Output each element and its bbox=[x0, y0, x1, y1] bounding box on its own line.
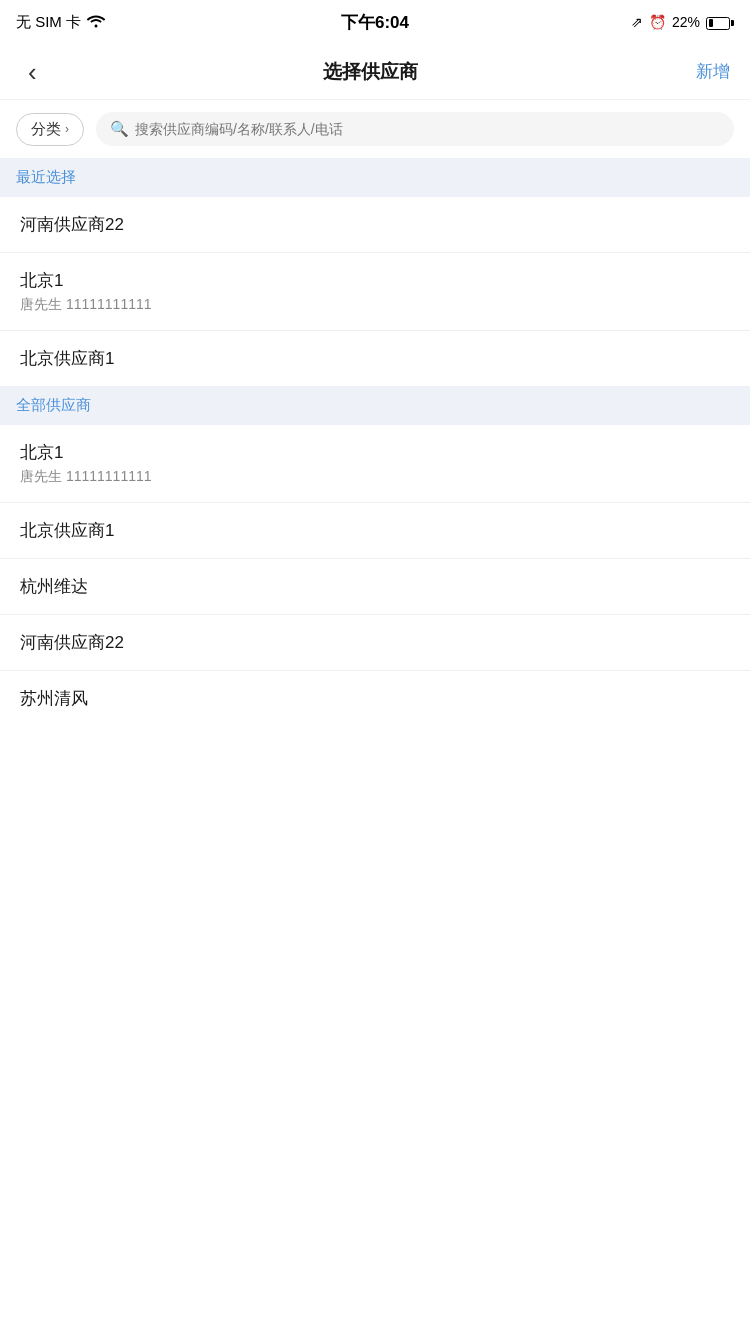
status-time: 下午6:04 bbox=[341, 11, 409, 34]
wifi-icon bbox=[87, 14, 105, 31]
category-button[interactable]: 分类 › bbox=[16, 113, 84, 146]
supplier-name: 杭州维达 bbox=[20, 575, 730, 598]
search-icon: 🔍 bbox=[110, 120, 129, 138]
filter-bar: 分类 › 🔍 bbox=[0, 100, 750, 158]
recent-supplier-list: 河南供应商22 北京1 唐先生 11111111111 北京供应商1 bbox=[0, 197, 750, 386]
status-left: 无 SIM 卡 bbox=[16, 13, 105, 32]
supplier-name: 北京供应商1 bbox=[20, 519, 730, 542]
status-right: ⇗ ⏰ 22% bbox=[631, 14, 734, 30]
supplier-name: 河南供应商22 bbox=[20, 213, 730, 236]
battery-percent: 22% bbox=[672, 14, 700, 30]
list-item[interactable]: 北京供应商1 bbox=[0, 331, 750, 386]
all-section-label: 全部供应商 bbox=[16, 396, 91, 413]
location-icon: ⇗ bbox=[631, 14, 643, 30]
search-box[interactable]: 🔍 bbox=[96, 112, 734, 146]
list-item[interactable]: 北京1 唐先生 11111111111 bbox=[0, 253, 750, 331]
list-item[interactable]: 杭州维达 bbox=[0, 559, 750, 615]
supplier-detail: 唐先生 11111111111 bbox=[20, 296, 730, 314]
alarm-icon: ⏰ bbox=[649, 14, 666, 30]
supplier-name: 苏州清风 bbox=[20, 687, 730, 710]
supplier-name: 北京供应商1 bbox=[20, 347, 730, 370]
chevron-right-icon: › bbox=[65, 122, 69, 136]
list-item[interactable]: 河南供应商22 bbox=[0, 615, 750, 671]
list-item[interactable]: 苏州清风 bbox=[0, 671, 750, 726]
page-title: 选择供应商 bbox=[323, 59, 418, 85]
category-label: 分类 bbox=[31, 120, 61, 139]
all-section-header: 全部供应商 bbox=[0, 386, 750, 425]
search-input[interactable] bbox=[135, 121, 720, 137]
no-sim-label: 无 SIM 卡 bbox=[16, 13, 81, 32]
supplier-detail: 唐先生 11111111111 bbox=[20, 468, 730, 486]
supplier-name: 北京1 bbox=[20, 269, 730, 292]
nav-bar: ‹ 选择供应商 新增 bbox=[0, 44, 750, 100]
list-item[interactable]: 北京供应商1 bbox=[0, 503, 750, 559]
all-supplier-list: 北京1 唐先生 11111111111 北京供应商1 杭州维达 河南供应商22 … bbox=[0, 425, 750, 726]
back-button[interactable]: ‹ bbox=[20, 55, 45, 89]
list-item[interactable]: 河南供应商22 bbox=[0, 197, 750, 253]
battery-icon bbox=[706, 14, 734, 30]
supplier-name: 北京1 bbox=[20, 441, 730, 464]
add-button[interactable]: 新增 bbox=[696, 60, 730, 83]
recent-section-header: 最近选择 bbox=[0, 158, 750, 197]
supplier-name: 河南供应商22 bbox=[20, 631, 730, 654]
status-bar: 无 SIM 卡 下午6:04 ⇗ ⏰ 22% bbox=[0, 0, 750, 44]
recent-section-label: 最近选择 bbox=[16, 168, 76, 185]
list-item[interactable]: 北京1 唐先生 11111111111 bbox=[0, 425, 750, 503]
